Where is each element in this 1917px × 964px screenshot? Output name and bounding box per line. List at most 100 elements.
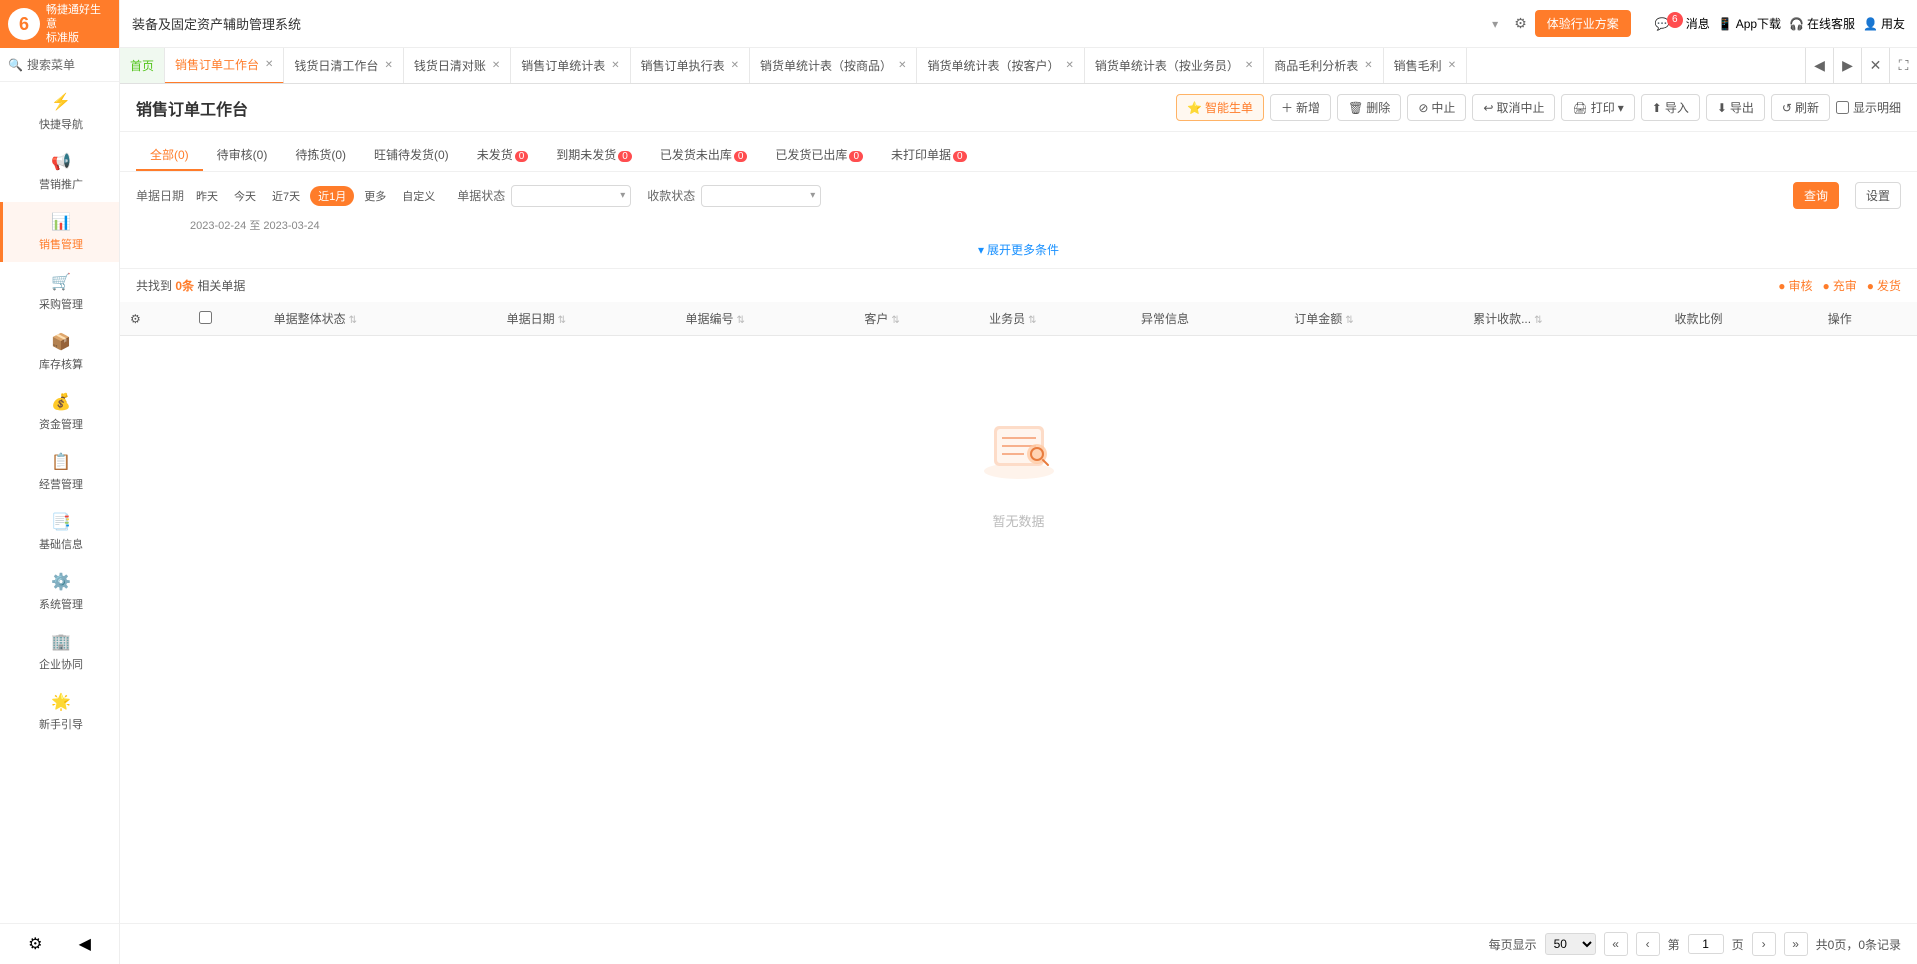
- export-button[interactable]: ⬇ 导出: [1706, 94, 1765, 121]
- tab-close-product-margin[interactable]: ✕: [1364, 60, 1372, 71]
- tab-close-sales-stat-staff[interactable]: ✕: [1245, 60, 1253, 71]
- first-page-button[interactable]: «: [1604, 932, 1628, 956]
- date-option-今天[interactable]: 今天: [228, 186, 262, 206]
- sidebar-item-enterprise[interactable]: 🏢企业协同: [0, 622, 119, 682]
- collapse-icon[interactable]: ◀: [79, 934, 91, 954]
- sub-tab-shipped-not-warehoused[interactable]: 已发货未出库0: [646, 140, 762, 171]
- date-option-自定义[interactable]: 自定义: [396, 186, 441, 206]
- status-select[interactable]: [511, 185, 631, 207]
- tab-home[interactable]: 首页: [120, 48, 165, 84]
- sidebar-item-system[interactable]: ⚙️系统管理: [0, 562, 119, 622]
- show-detail-checkbox[interactable]: 显示明细: [1836, 99, 1901, 116]
- date-option-昨天[interactable]: 昨天: [190, 186, 224, 206]
- sidebar-item-finance[interactable]: 💰资金管理: [0, 382, 119, 442]
- tab-sales-order-stat[interactable]: 销售订单统计表✕: [511, 48, 630, 84]
- date-option-近7天[interactable]: 近7天: [266, 186, 306, 206]
- tab-sales-stat-product[interactable]: 销货单统计表（按商品）✕: [750, 48, 917, 84]
- sidebar-item-sales[interactable]: 📊销售管理: [0, 202, 119, 262]
- col-date[interactable]: 单据日期⇅: [497, 302, 676, 336]
- print-button[interactable]: 🖨 打印 ▾: [1561, 94, 1634, 121]
- dropdown-arrow[interactable]: ▾: [1492, 17, 1498, 31]
- next-page-button[interactable]: ›: [1752, 932, 1776, 956]
- query-button[interactable]: 查询: [1793, 182, 1839, 209]
- tabs-close-button[interactable]: ✕: [1861, 48, 1889, 84]
- tab-close-sales-workbench[interactable]: ✕: [265, 59, 273, 70]
- tab-sales-毛利[interactable]: 销售毛利✕: [1384, 48, 1467, 84]
- date-option-近1月[interactable]: 近1月: [310, 186, 354, 206]
- sub-tab-shipped-warehoused[interactable]: 已发货已出库0: [761, 140, 877, 171]
- show-detail-input[interactable]: [1836, 101, 1849, 114]
- tab-sales-stat-customer[interactable]: 销货单统计表（按客户）✕: [917, 48, 1084, 84]
- page-input[interactable]: [1688, 934, 1724, 954]
- col-status[interactable]: 单据整体状态⇅: [264, 302, 497, 336]
- tab-close-sales-stat-customer[interactable]: ✕: [1065, 60, 1073, 71]
- tab-sales-stat-staff[interactable]: 销货单统计表（按业务员）✕: [1085, 48, 1264, 84]
- result-action-unreviewed[interactable]: ●充审: [1822, 277, 1856, 294]
- tab-sales-order-exec[interactable]: 销售订单执行表✕: [631, 48, 750, 84]
- col-amount[interactable]: 订单金额⇅: [1284, 302, 1463, 336]
- message-action[interactable]: 💬 6 消息: [1655, 15, 1710, 32]
- import-button[interactable]: ⬆ 导入: [1641, 94, 1700, 121]
- solution-button[interactable]: 体验行业方案: [1535, 10, 1631, 37]
- delete-button[interactable]: 🗑 删除: [1337, 94, 1401, 121]
- settings-icon[interactable]: ⚙: [28, 934, 42, 954]
- expand-button[interactable]: ▾ 展开更多条件: [978, 241, 1059, 258]
- cancel-stop-button[interactable]: ↩ 取消中止: [1472, 94, 1555, 121]
- refresh-button[interactable]: ↺ 刷新: [1771, 94, 1830, 121]
- tabs-maximize-button[interactable]: ⛶: [1889, 48, 1917, 84]
- col-collected[interactable]: 累计收款...⇅: [1463, 302, 1664, 336]
- sub-tab-pending-review[interactable]: 待审核(0): [203, 140, 282, 171]
- tab-close-cash-daily[interactable]: ✕: [384, 60, 392, 71]
- stop-button[interactable]: ⊘ 中止: [1407, 94, 1466, 121]
- result-action-review[interactable]: ●审核: [1778, 277, 1812, 294]
- page-label: 第: [1668, 936, 1680, 953]
- app-download-action[interactable]: 📱 App下载: [1718, 15, 1781, 32]
- date-option-更多[interactable]: 更多: [358, 186, 392, 206]
- last-page-button[interactable]: »: [1784, 932, 1808, 956]
- sidebar-item-basic-info[interactable]: 📑基础信息: [0, 502, 119, 562]
- tab-product-margin[interactable]: 商品毛利分析表✕: [1264, 48, 1383, 84]
- tab-close-sales-order-exec[interactable]: ✕: [731, 60, 739, 71]
- sub-tab-all[interactable]: 全部(0): [136, 140, 203, 171]
- tab-close-cash-reconcile[interactable]: ✕: [492, 60, 500, 71]
- online-service-action[interactable]: 🎧 在线客服: [1789, 15, 1855, 32]
- sidebar-item-purchase[interactable]: 🛒采购管理: [0, 262, 119, 322]
- col-number[interactable]: 单据编号⇅: [675, 302, 854, 336]
- tab-close-sales-stat-product[interactable]: ✕: [898, 60, 906, 71]
- sidebar-item-marketing[interactable]: 📢营销推广: [0, 142, 119, 202]
- gear-icon[interactable]: ⚙: [1514, 15, 1527, 32]
- tab-close-sales-毛利[interactable]: ✕: [1448, 60, 1456, 71]
- column-settings-icon[interactable]: ⚙: [130, 312, 141, 326]
- tab-cash-daily[interactable]: 钱货日清工作台✕: [284, 48, 403, 84]
- payment-select[interactable]: [701, 185, 821, 207]
- smart-create-button[interactable]: ⭐ 智能生单: [1176, 94, 1264, 121]
- sidebar-item-label: 基础信息: [39, 536, 83, 552]
- tab-sales-workbench[interactable]: 销售订单工作台✕: [165, 48, 284, 84]
- col-staff[interactable]: 业务员⇅: [979, 302, 1131, 336]
- sidebar-item-guide[interactable]: 🌟新手引导: [0, 682, 119, 742]
- tabs-next-button[interactable]: ▶: [1833, 48, 1861, 84]
- tabs-prev-button[interactable]: ◀: [1805, 48, 1833, 84]
- col-checkbox: [189, 302, 263, 336]
- sidebar-item-operations[interactable]: 📋经营管理: [0, 442, 119, 502]
- sidebar-item-inventory[interactable]: 📦库存核算: [0, 322, 119, 382]
- select-all-checkbox[interactable]: [199, 311, 212, 324]
- settings-btn[interactable]: 设置: [1855, 182, 1901, 209]
- prev-page-button[interactable]: ‹: [1636, 932, 1660, 956]
- sub-tab-wangpu-pending[interactable]: 旺铺待发货(0): [360, 140, 463, 171]
- sidebar-item-quick-nav[interactable]: ⚡快捷导航: [0, 82, 119, 142]
- sidebar-search[interactable]: 🔍 搜索菜单: [0, 48, 119, 82]
- page-size-select[interactable]: 102050100: [1545, 933, 1596, 955]
- user-action[interactable]: 👤 用友: [1863, 15, 1905, 32]
- sub-tab-pending-inspect[interactable]: 待拣货(0): [281, 140, 360, 171]
- tab-close-sales-order-stat[interactable]: ✕: [611, 60, 619, 71]
- sub-tab-overdue-not-shipped[interactable]: 到期未发货0: [542, 140, 646, 171]
- col-customer[interactable]: 客户⇅: [854, 302, 979, 336]
- sub-tab-not-printed[interactable]: 未打印单据0: [877, 140, 981, 171]
- add-button[interactable]: ＋ 新增: [1270, 94, 1331, 121]
- tab-cash-reconcile[interactable]: 钱货日清对账✕: [404, 48, 511, 84]
- result-action-ship[interactable]: ●发货: [1867, 277, 1901, 294]
- sub-tab-not-shipped[interactable]: 未发货0: [463, 140, 543, 171]
- search-icon: 🔍: [8, 58, 23, 72]
- results-actions: ●审核 ●充审 ●发货: [1778, 277, 1901, 294]
